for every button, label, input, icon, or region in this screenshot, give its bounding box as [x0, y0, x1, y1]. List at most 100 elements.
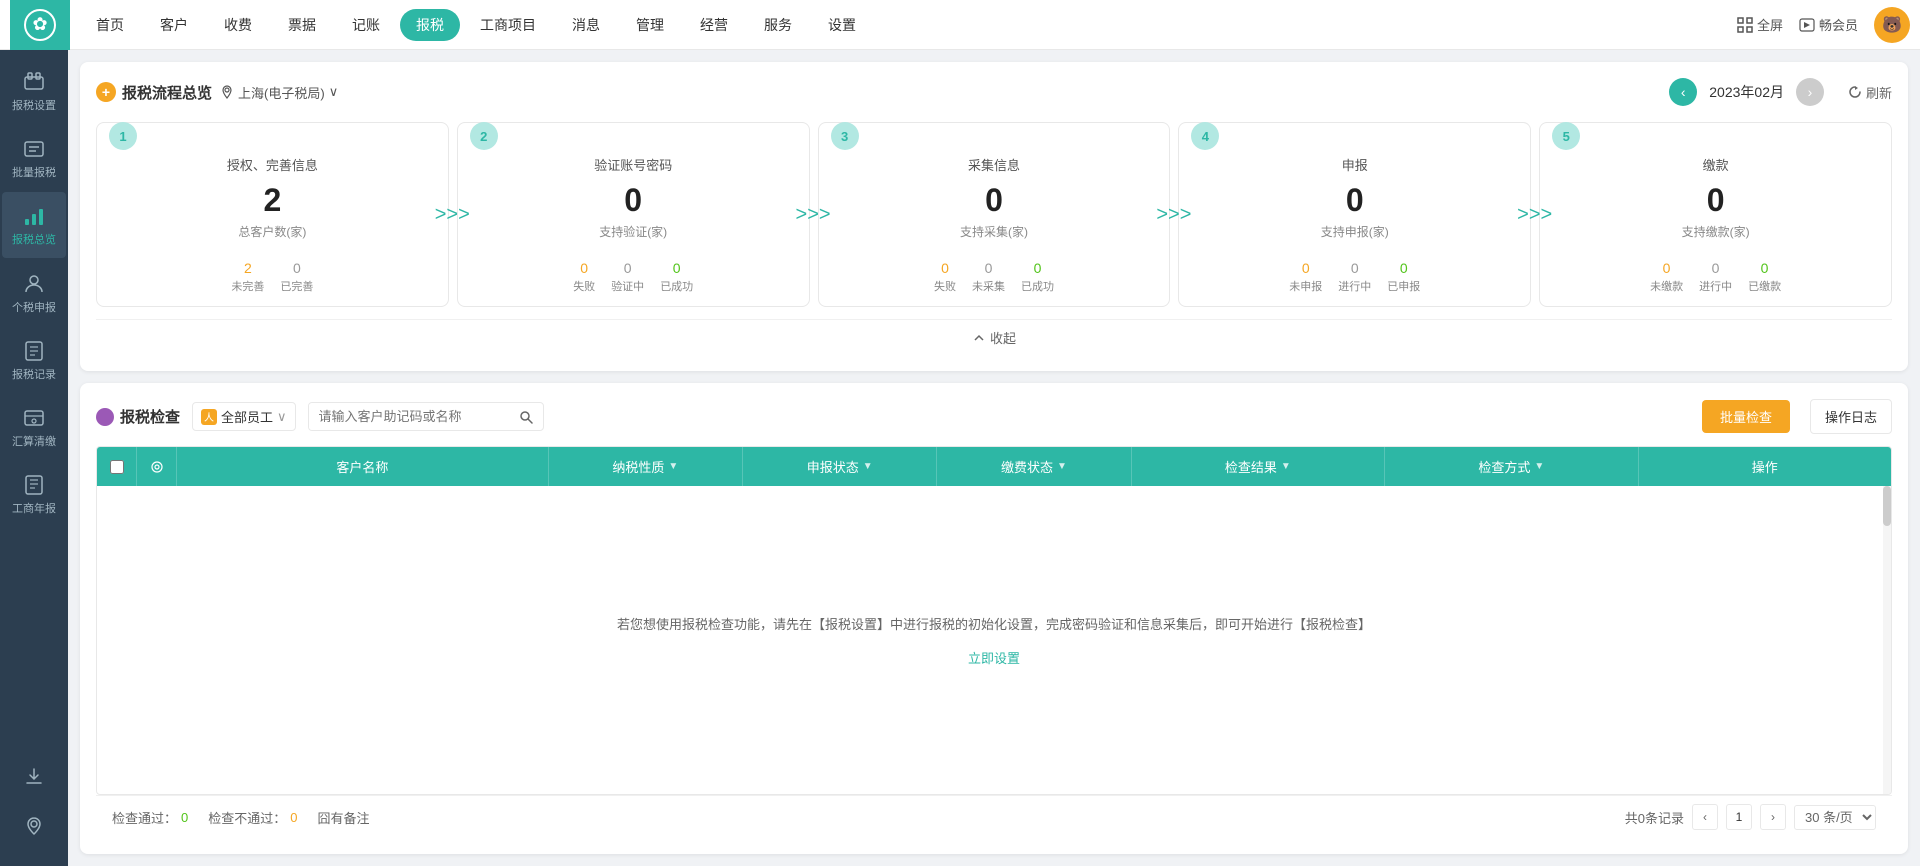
stat-in-progress-5[interactable]: 0 进行中 [1699, 260, 1732, 294]
stat-fail-2[interactable]: 0 失败 [573, 260, 595, 294]
step-count-3: 0 [985, 182, 1003, 219]
nav-operations[interactable]: 经营 [684, 9, 744, 41]
user-avatar[interactable]: 🐻 [1874, 7, 1910, 43]
setup-link[interactable]: 立即设置 [968, 648, 1020, 667]
th-tax-type[interactable]: 纳税性质 ▼ [549, 447, 743, 486]
stat-label-paid: 已缴款 [1748, 278, 1781, 294]
stat-not-paid[interactable]: 0 未缴款 [1650, 260, 1683, 294]
stat-not-declared[interactable]: 0 未申报 [1289, 260, 1322, 294]
refresh-button[interactable]: 刷新 [1848, 83, 1892, 102]
th-pay-status-filter[interactable]: ▼ [1057, 461, 1067, 472]
stat-complete[interactable]: 0 已完善 [280, 260, 313, 294]
stat-success-2[interactable]: 0 已成功 [660, 260, 693, 294]
th-check-method-filter[interactable]: ▼ [1534, 461, 1544, 472]
fail-label: 检查不通过： [208, 808, 286, 827]
stat-label-in-progress-4: 进行中 [1338, 278, 1371, 294]
step-num-1: 1 [109, 122, 137, 150]
th-check-result[interactable]: 检查结果 ▼ [1132, 447, 1385, 486]
step-stats-2: 0 失败 0 验证中 0 已成功 [573, 260, 693, 294]
nav-messages[interactable]: 消息 [556, 9, 616, 41]
th-check-method[interactable]: 检查方式 ▼ [1385, 447, 1638, 486]
sidebar-item-tax-records[interactable]: 报税记录 [2, 327, 66, 392]
step-title-4: 申报 [1342, 155, 1368, 174]
stat-success-3[interactable]: 0 已成功 [1021, 260, 1054, 294]
first-page-button[interactable]: ‹ [1692, 804, 1718, 830]
nav-management[interactable]: 管理 [620, 9, 680, 41]
sidebar-item-tax-overview[interactable]: 报税总览 [2, 192, 66, 257]
current-month: 2023年02月 [1709, 82, 1784, 102]
app-logo: ✿ [10, 0, 70, 50]
stat-val-verifying: 0 [624, 260, 632, 276]
sidebar-item-location[interactable] [2, 802, 66, 850]
stat-declared[interactable]: 0 已申报 [1387, 260, 1420, 294]
stat-label-not-paid: 未缴款 [1650, 278, 1683, 294]
stat-in-progress-4[interactable]: 0 进行中 [1338, 260, 1371, 294]
nav-tax[interactable]: 报税 [400, 9, 460, 41]
sidebar-item-personal-tax[interactable]: 个税申报 [2, 260, 66, 325]
collapse-button[interactable]: 收起 [96, 319, 1892, 355]
fail-count[interactable]: 0 [290, 810, 297, 825]
th-operation: 操作 [1639, 447, 1891, 486]
prev-month-button[interactable]: ‹ [1669, 78, 1697, 106]
employee-filter[interactable]: 人 全部员工 ∨ [192, 402, 296, 431]
select-all-checkbox[interactable] [110, 460, 124, 474]
sidebar-item-download[interactable] [2, 752, 66, 800]
tax-check-panel: 报税检查 人 全部员工 ∨ 批量检查 操作日志 [80, 383, 1908, 854]
column-settings-icon[interactable] [150, 460, 164, 474]
stat-fail-3[interactable]: 0 失败 [934, 260, 956, 294]
batch-check-button[interactable]: 批量检查 [1702, 400, 1790, 433]
nav-clients[interactable]: 客户 [144, 9, 204, 41]
search-button[interactable] [509, 404, 543, 430]
next-month-button[interactable]: › [1796, 78, 1824, 106]
stat-incomplete[interactable]: 2 未完善 [231, 260, 264, 294]
tax-check-title: 报税检查 [96, 406, 180, 427]
member-button[interactable]: 畅会员 [1799, 15, 1858, 34]
fullscreen-button[interactable]: 全屏 [1737, 15, 1783, 34]
nav-service[interactable]: 服务 [748, 9, 808, 41]
th-declare-status[interactable]: 申报状态 ▼ [743, 447, 937, 486]
th-pay-status[interactable]: 缴费状态 ▼ [937, 447, 1131, 486]
th-tax-type-filter[interactable]: ▼ [668, 461, 678, 472]
flow-step-4: 4 申报 0 支持申报(家) 0 未申报 0 进行中 [1178, 122, 1531, 307]
nav-bookkeeping[interactable]: 记账 [336, 9, 396, 41]
sidebar-item-settlement[interactable]: 汇算清缴 [2, 394, 66, 459]
stat-paid[interactable]: 0 已缴款 [1748, 260, 1781, 294]
operation-log-button[interactable]: 操作日志 [1810, 399, 1892, 434]
location-chevron: ∨ [329, 84, 339, 100]
table-body-empty: 若您想使用报税检查功能，请先在【报税设置】中进行报税的初始化设置，完成密码验证和… [97, 486, 1891, 794]
next-page-button[interactable]: › [1760, 804, 1786, 830]
scrollbar-thumb[interactable] [1883, 486, 1891, 526]
nav-business[interactable]: 工商项目 [464, 9, 552, 41]
page-size-select[interactable]: 30 条/页 [1794, 805, 1876, 830]
sidebar-item-annual-report[interactable]: 工商年报 [2, 461, 66, 526]
nav-fees[interactable]: 收费 [208, 9, 268, 41]
sidebar-item-batch-tax[interactable]: 批量报税 [2, 125, 66, 190]
employee-icon: 人 [201, 409, 217, 425]
stat-not-collected[interactable]: 0 未采集 [972, 260, 1005, 294]
flow-overview-title-text: 报税流程总览 [122, 82, 212, 103]
step-arrow-1: >>> [435, 203, 470, 226]
step-title-1: 授权、完善信息 [227, 155, 318, 174]
stat-val-paid: 0 [1761, 260, 1769, 276]
step-count-1: 2 [264, 182, 282, 219]
step-title-2: 验证账号密码 [594, 155, 672, 174]
current-page-button[interactable]: 1 [1726, 804, 1752, 830]
nav-settings[interactable]: 设置 [812, 9, 872, 41]
collapse-icon [972, 331, 986, 345]
th-check-result-filter[interactable]: ▼ [1281, 461, 1291, 472]
location-icon [20, 812, 48, 840]
nav-home[interactable]: 首页 [80, 9, 140, 41]
sidebar-item-tax-settings[interactable]: 报税设置 [2, 58, 66, 123]
search-input[interactable] [309, 403, 509, 430]
nav-invoices[interactable]: 票据 [272, 9, 332, 41]
location-selector[interactable]: 上海(电子税局) ∨ [220, 83, 338, 102]
employee-filter-label: 全部员工 [221, 407, 273, 426]
scrollbar-track[interactable] [1883, 486, 1891, 794]
stat-label-fail-3: 失败 [934, 278, 956, 294]
pass-count[interactable]: 0 [181, 810, 188, 825]
search-icon [519, 410, 533, 424]
flow-overview-header: + 报税流程总览 上海(电子税局) ∨ ‹ 2023年02月 › 刷新 [96, 78, 1892, 106]
stat-verifying[interactable]: 0 验证中 [611, 260, 644, 294]
th-declare-status-filter[interactable]: ▼ [863, 461, 873, 472]
th-settings [137, 447, 177, 486]
